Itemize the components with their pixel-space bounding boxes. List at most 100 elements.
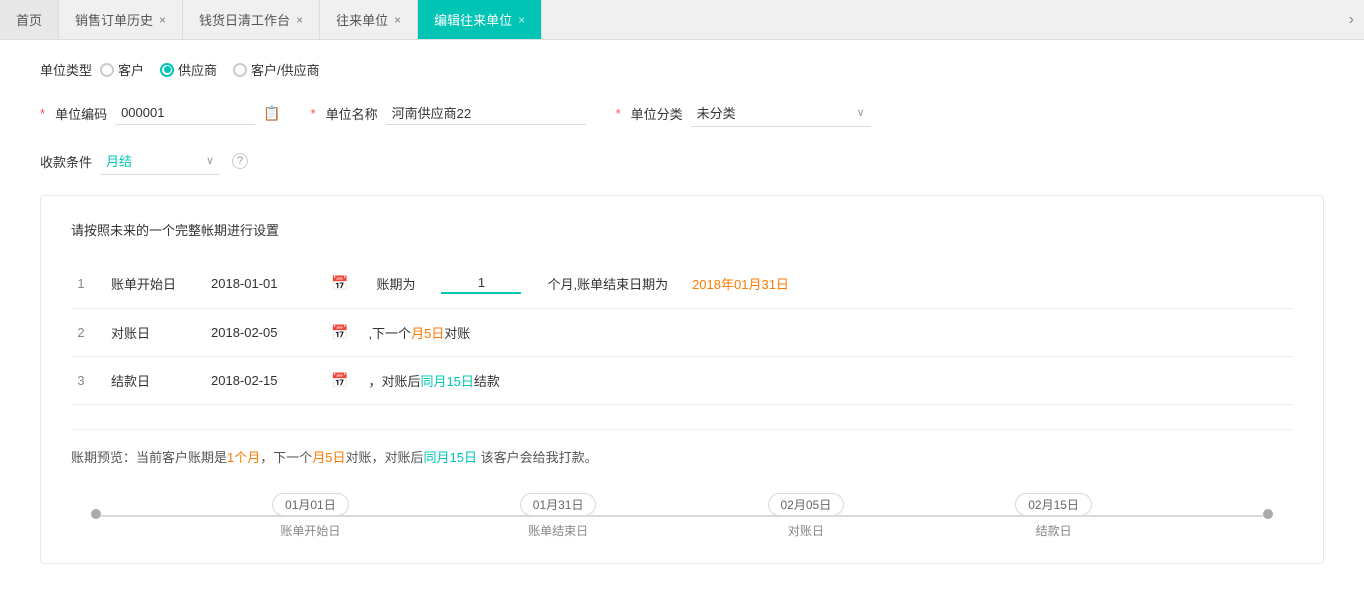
timeline-badge-1: 01月01日 [272, 493, 349, 516]
unit-type-radios: 客户 供应商 客户/供应商 [100, 60, 320, 79]
step-2-highlight: 月5日 [411, 326, 444, 341]
step-3-name: 结款日 [111, 371, 191, 390]
tab-home-label: 首页 [16, 10, 42, 29]
unit-type-field: 单位类型 客户 供应商 客户/供应商 [40, 60, 320, 79]
unit-type-row: 单位类型 客户 供应商 客户/供应商 [40, 60, 1324, 79]
step-2-calendar-icon[interactable]: 📅 [331, 324, 348, 341]
timeline-item-1: 01月01日 账单开始日 [272, 493, 349, 539]
unit-category-label: 单位分类 [631, 104, 683, 123]
radio-customer[interactable]: 客户 [100, 60, 144, 79]
preview-part1: 1个月 [227, 450, 260, 465]
tab-edit-partner[interactable]: 编辑往来单位 × [418, 0, 542, 39]
step-1-name: 账单开始日 [111, 274, 191, 293]
timeline-dot-start [91, 509, 101, 519]
step-3-date: 2018-02-15 [211, 373, 311, 388]
unit-code-input[interactable] [115, 101, 255, 125]
unit-name-field: * 单位名称 [311, 101, 586, 125]
preview-part2-mid: 对账，对账后 [346, 450, 424, 465]
timeline-dot-end [1263, 509, 1273, 519]
timeline-label-3: 对账日 [788, 522, 824, 539]
radio-both[interactable]: 客户/供应商 [233, 60, 320, 79]
unit-name-label: 单位名称 [326, 104, 378, 123]
step-3-prefix: ，对账后 [368, 374, 420, 389]
unit-type-label: 单位类型 [40, 60, 92, 79]
preview-text: 账期预览：当前客户账期是1个月，下一个月5日对账，对账后同月15日 该客户会给我… [71, 446, 1293, 469]
unit-info-row: * 单位编码 📋 * 单位名称 * 单位分类 未分类 ∨ [40, 99, 1324, 127]
step-2-date: 2018-02-05 [211, 325, 311, 340]
unit-code-icon[interactable]: 📋 [263, 105, 280, 122]
close-sales-history-icon[interactable]: × [159, 13, 166, 27]
timeline-label-4: 结款日 [1036, 522, 1072, 539]
tab-sales-history-label: 销售订单历史 [75, 10, 153, 29]
unit-category-select[interactable]: 未分类 ∨ [691, 99, 871, 127]
step-1-calendar-icon[interactable]: 📅 [331, 275, 348, 292]
step-2-row: 2 对账日 2018-02-05 📅 ,下一个月5日对账 [71, 309, 1293, 357]
step-1-period-label: 账期为 [376, 274, 415, 293]
step-2-desc: ,下一个月5日对账 [368, 323, 470, 342]
timeline-item-4: 02月15日 结款日 [1015, 493, 1092, 539]
radio-customer-circle [100, 63, 114, 77]
period-section: 请按照未来的一个完整帐期进行设置 1 账单开始日 2018-01-01 📅 账期… [40, 195, 1324, 564]
payment-select[interactable]: 月结 ∨ [100, 147, 220, 175]
radio-both-label: 客户/供应商 [251, 60, 320, 79]
tab-cash-work[interactable]: 钱货日清工作台 × [183, 0, 320, 39]
payment-row: 收款条件 月结 ∨ ? [40, 147, 1324, 175]
close-edit-partner-icon[interactable]: × [518, 13, 525, 27]
timeline-item-2: 01月31日 账单结束日 [520, 493, 597, 539]
unit-code-star: * [40, 106, 45, 121]
step-3-suffix: 结款 [474, 374, 500, 389]
unit-name-input[interactable] [386, 101, 586, 125]
tab-partner[interactable]: 往来单位 × [320, 0, 418, 39]
close-partner-icon[interactable]: × [394, 13, 401, 27]
step-1-period-unit: 个月,账单结束日期为 [547, 274, 668, 293]
payment-field: 收款条件 月结 ∨ ? [40, 147, 248, 175]
unit-code-label: 单位编码 [55, 104, 107, 123]
tab-edit-partner-label: 编辑往来单位 [434, 10, 512, 29]
radio-supplier-circle [160, 63, 174, 77]
preview-part3-end: 该客户会给我打款。 [481, 450, 598, 465]
step-1-date: 2018-01-01 [211, 276, 311, 291]
tab-sales-history[interactable]: 销售订单历史 × [59, 0, 183, 39]
tab-home[interactable]: 首页 [0, 0, 59, 39]
step-2-suffix: 对账 [444, 326, 470, 341]
section-title: 请按照未来的一个完整帐期进行设置 [71, 220, 1293, 239]
timeline-badge-4: 02月15日 [1015, 493, 1092, 516]
preview-part1-mid: ，下一个 [260, 450, 312, 465]
preview-part3: 同月15日 [424, 450, 477, 465]
unit-code-field: * 单位编码 📋 [40, 101, 281, 125]
radio-both-circle [233, 63, 247, 77]
preview-section: 账期预览：当前客户账期是1个月，下一个月5日对账，对账后同月15日 该客户会给我… [71, 429, 1293, 469]
unit-name-star: * [311, 106, 316, 121]
close-cash-work-icon[interactable]: × [296, 13, 303, 27]
step-1-row: 1 账单开始日 2018-01-01 📅 账期为 个月,账单结束日期为 2018… [71, 259, 1293, 309]
step-2-name: 对账日 [111, 323, 191, 342]
timeline-item-3: 02月05日 对账日 [768, 493, 845, 539]
tab-cash-work-label: 钱货日清工作台 [199, 10, 290, 29]
step-3-desc: ，对账后同月15日结款 [368, 371, 500, 390]
tab-more-button[interactable]: › [1339, 0, 1364, 39]
unit-category-arrow: ∨ [857, 106, 865, 119]
page-content: 单位类型 客户 供应商 客户/供应商 * 单位编码 [0, 40, 1364, 608]
payment-arrow: ∨ [206, 154, 214, 167]
timeline-label-1: 账单开始日 [280, 522, 340, 539]
timeline-label-2: 账单结束日 [528, 522, 588, 539]
preview-label: 账期预览：当前客户账期是 [71, 450, 227, 465]
radio-supplier[interactable]: 供应商 [160, 60, 217, 79]
step-3-num: 3 [71, 373, 91, 388]
tab-partner-label: 往来单位 [336, 10, 388, 29]
payment-label: 收款条件 [40, 152, 92, 171]
unit-category-value: 未分类 [697, 103, 851, 122]
radio-customer-label: 客户 [118, 60, 144, 79]
unit-category-field: * 单位分类 未分类 ∨ [616, 99, 871, 127]
timeline-badge-3: 02月05日 [768, 493, 845, 516]
payment-help-icon[interactable]: ? [232, 153, 248, 169]
timeline-badge-2: 01月31日 [520, 493, 597, 516]
step-3-calendar-icon[interactable]: 📅 [331, 372, 348, 389]
step-3-highlight: 同月15日 [420, 374, 473, 389]
timeline-start-dot [91, 509, 101, 519]
step-2-num: 2 [71, 325, 91, 340]
tab-bar: 首页 销售订单历史 × 钱货日清工作台 × 往来单位 × 编辑往来单位 × › [0, 0, 1364, 40]
step-3-row: 3 结款日 2018-02-15 📅 ，对账后同月15日结款 [71, 357, 1293, 405]
step-1-period-input[interactable] [441, 273, 521, 294]
payment-value: 月结 [106, 151, 200, 170]
